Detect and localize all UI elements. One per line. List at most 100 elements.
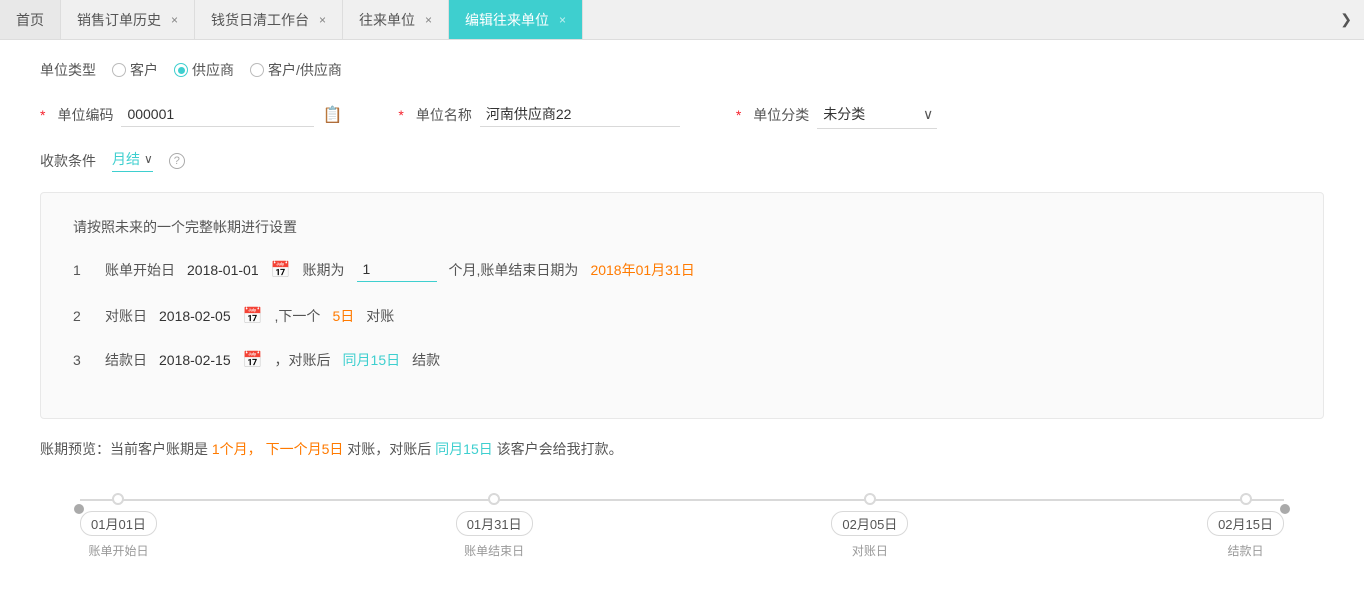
- required-star: *: [736, 107, 741, 123]
- unit-category-select[interactable]: 未分类 ∨: [817, 100, 937, 129]
- period-for-label: 账期为: [303, 260, 345, 280]
- calendar-icon-1[interactable]: 📅: [271, 260, 291, 280]
- point-label-1: 01月01日: [80, 511, 157, 536]
- close-icon[interactable]: ×: [319, 13, 326, 27]
- radio-circle-customer: [112, 63, 126, 77]
- timeline-point-1: 01月01日 账单开始日: [80, 493, 157, 559]
- radio-customer[interactable]: 客户: [112, 60, 158, 80]
- timeline-point-4: 02月15日 结款日: [1207, 493, 1284, 559]
- copy-icon[interactable]: 📋: [322, 105, 342, 125]
- payment-date-value: 2018-02-15: [159, 352, 231, 368]
- unit-type-row: 单位类型 客户 供应商 客户/供应商: [40, 60, 1324, 80]
- payment-suffix: 结款: [412, 350, 440, 370]
- calendar-icon-3[interactable]: 📅: [243, 350, 263, 370]
- timeline-point-3: 02月05日 对账日: [831, 493, 908, 559]
- calendar-icon-2[interactable]: 📅: [243, 306, 263, 326]
- radio-customer-label: 客户: [130, 60, 158, 80]
- timeline-end-dot: [1280, 504, 1290, 514]
- chevron-down-icon[interactable]: ∨: [919, 106, 937, 123]
- timeline: 01月01日 账单开始日 01月31日 账单结束日 02月05日 对账日 02月…: [40, 483, 1324, 589]
- radio-supplier[interactable]: 供应商: [174, 60, 234, 80]
- preview-part1: 1个月，: [212, 441, 262, 457]
- unit-category-value: 未分类: [817, 100, 919, 128]
- point-circle-2: [488, 493, 500, 505]
- tab-cash-work[interactable]: 钱货日清工作台 ×: [195, 0, 343, 39]
- reconcile-suffix: 对账: [366, 306, 394, 326]
- close-icon[interactable]: ×: [171, 13, 178, 27]
- tab-bar: 首页 销售订单历史 × 钱货日清工作台 × 往来单位 × 编辑往来单位 × ❯: [0, 0, 1364, 40]
- period-row-3: 3 结款日 2018-02-15 📅 ，对账后 同月15日 结款: [73, 350, 1291, 370]
- unit-info-row: * 单位编码 📋 * 单位名称 * 单位分类 未分类 ∨: [40, 100, 1324, 129]
- point-sublabel-1: 账单开始日: [88, 542, 148, 559]
- tab-partner-label: 往来单位: [359, 10, 415, 30]
- period-label-2: 对账日: [105, 306, 147, 326]
- close-icon[interactable]: ×: [425, 13, 432, 27]
- period-num-1: 1: [73, 262, 93, 278]
- unit-code-input[interactable]: [121, 102, 314, 127]
- tab-home-label: 首页: [16, 10, 44, 30]
- preview-part3: 同月15日: [435, 441, 493, 457]
- tab-partner[interactable]: 往来单位 ×: [343, 0, 449, 39]
- period-settings-box: 请按照未来的一个完整帐期进行设置 1 账单开始日 2018-01-01 📅 账期…: [40, 192, 1324, 419]
- point-label-4: 02月15日: [1207, 511, 1284, 536]
- unit-name-input[interactable]: [480, 102, 680, 127]
- tab-more-button[interactable]: ❯: [1328, 0, 1364, 39]
- unit-type-label: 单位类型: [40, 60, 96, 80]
- help-icon[interactable]: ?: [169, 153, 185, 169]
- period-row-1: 1 账单开始日 2018-01-01 📅 账期为 个月,账单结束日期为 2018…: [73, 257, 1291, 282]
- point-label-2: 01月31日: [456, 511, 533, 536]
- chevron-down-icon[interactable]: ∨: [144, 152, 153, 166]
- unit-code-label: 单位编码: [57, 105, 113, 125]
- unit-category-label: 单位分类: [753, 105, 809, 125]
- unit-name-label: 单位名称: [416, 105, 472, 125]
- close-icon[interactable]: ×: [559, 13, 566, 27]
- end-date-highlight: 2018年01月31日: [590, 260, 694, 280]
- preview-middle: 对账，对账后: [347, 441, 431, 457]
- period-months-suffix: 个月,账单结束日期为: [449, 260, 579, 280]
- preview-part2: 下一个月5日: [266, 441, 344, 457]
- point-circle-3: [864, 493, 876, 505]
- main-content: 单位类型 客户 供应商 客户/供应商 * 单位编码 📋 * 单位名称: [0, 40, 1364, 609]
- timeline-point-2: 01月31日 账单结束日: [456, 493, 533, 559]
- payment-prefix: ，对账后: [275, 350, 331, 370]
- radio-both[interactable]: 客户/供应商: [250, 60, 342, 80]
- point-sublabel-2: 账单结束日: [464, 542, 524, 559]
- period-label-1: 账单开始日: [105, 260, 175, 280]
- period-title: 请按照未来的一个完整帐期进行设置: [73, 217, 1291, 237]
- radio-supplier-label: 供应商: [192, 60, 234, 80]
- period-months-input[interactable]: [357, 257, 437, 282]
- payment-terms-value: 月结: [112, 149, 140, 169]
- unit-type-radio-group: 客户 供应商 客户/供应商: [112, 60, 342, 80]
- reconcile-day-highlight: 5日: [332, 306, 354, 326]
- tab-sales-history[interactable]: 销售订单历史 ×: [61, 0, 195, 39]
- tab-home[interactable]: 首页: [0, 0, 61, 39]
- payment-terms-dropdown[interactable]: 月结 ∨: [112, 149, 153, 172]
- tab-edit-partner[interactable]: 编辑往来单位 ×: [449, 0, 583, 39]
- period-label-3: 结款日: [105, 350, 147, 370]
- preview-label: 账期预览：当前客户账期是: [40, 441, 208, 457]
- timeline-start-dot: [74, 504, 84, 514]
- payment-day-highlight: 同月15日: [343, 350, 401, 370]
- radio-circle-supplier: [174, 63, 188, 77]
- radio-circle-both: [250, 63, 264, 77]
- preview-section: 账期预览：当前客户账期是 1个月， 下一个月5日 对账，对账后 同月15日 该客…: [40, 439, 1324, 459]
- unit-name-group: * 单位名称: [398, 102, 679, 127]
- required-star: *: [40, 107, 45, 123]
- period-num-3: 3: [73, 352, 93, 368]
- tab-sales-history-label: 销售订单历史: [77, 10, 161, 30]
- tab-cash-work-label: 钱货日清工作台: [211, 10, 309, 30]
- reconcile-date-value: 2018-02-05: [159, 308, 231, 324]
- start-date-value: 2018-01-01: [187, 262, 259, 278]
- reconcile-prefix: ,下一个: [275, 306, 321, 326]
- unit-category-group: * 单位分类 未分类 ∨: [736, 100, 937, 129]
- unit-code-group: * 单位编码 📋: [40, 102, 342, 127]
- point-circle-4: [1240, 493, 1252, 505]
- tab-edit-partner-label: 编辑往来单位: [465, 10, 549, 30]
- payment-terms-row: 收款条件 月结 ∨ ?: [40, 149, 1324, 172]
- required-star: *: [398, 107, 403, 123]
- payment-terms-label: 收款条件: [40, 151, 96, 171]
- point-label-3: 02月05日: [831, 511, 908, 536]
- point-sublabel-4: 结款日: [1228, 542, 1264, 559]
- timeline-points: 01月01日 账单开始日 01月31日 账单结束日 02月05日 对账日 02月…: [40, 493, 1324, 559]
- period-row-2: 2 对账日 2018-02-05 📅 ,下一个 5日 对账: [73, 306, 1291, 326]
